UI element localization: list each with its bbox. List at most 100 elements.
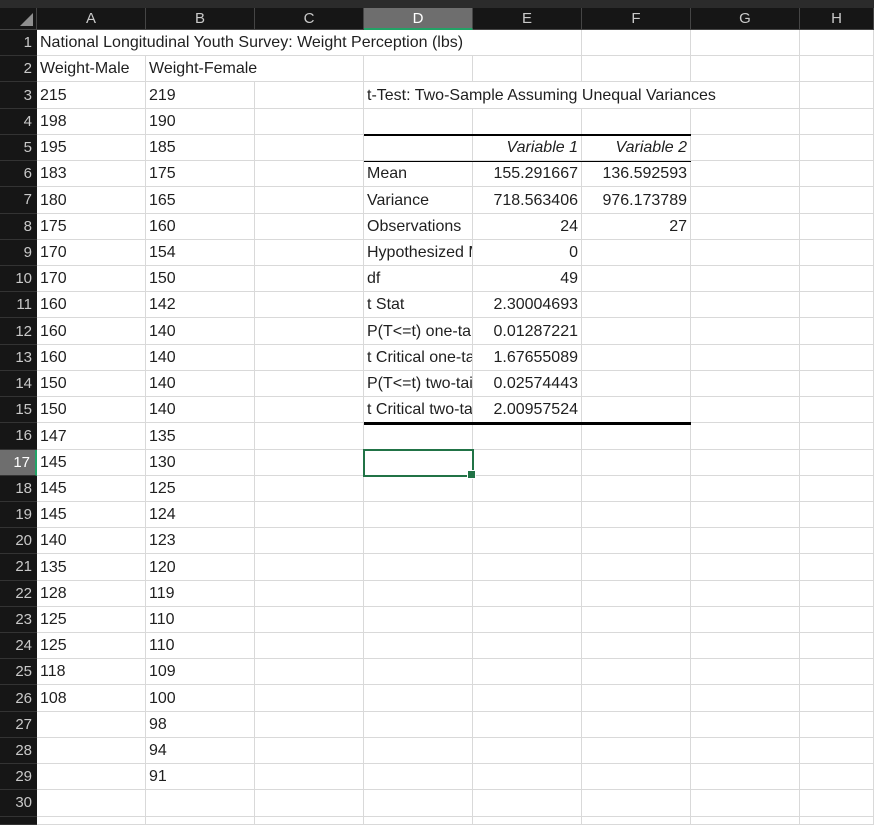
cell-A11[interactable]: 160: [37, 292, 146, 319]
cell-D9[interactable]: Hypothesized Mean Difference: [364, 239, 473, 266]
cell-D22[interactable]: [364, 580, 473, 607]
cell-A15[interactable]: 150: [37, 397, 146, 424]
cell-E29[interactable]: [473, 764, 582, 791]
cell-B9[interactable]: 154: [146, 239, 255, 266]
cell-D7[interactable]: Variance: [364, 187, 473, 214]
cell-F26[interactable]: [582, 685, 691, 712]
cell-E6[interactable]: 155.291667: [473, 161, 582, 188]
cell-D26[interactable]: [364, 685, 473, 712]
cell-H1[interactable]: [800, 30, 874, 57]
cell-C24[interactable]: [255, 633, 364, 660]
cell-A7[interactable]: 180: [37, 187, 146, 214]
cell-D31[interactable]: [364, 816, 473, 825]
cell-A1[interactable]: National Longitudinal Youth Survey: Weig…: [37, 30, 582, 57]
column-header-E[interactable]: E: [473, 8, 582, 30]
cell-F11[interactable]: [582, 292, 691, 319]
cell-C21[interactable]: [255, 554, 364, 581]
cell-D16[interactable]: [364, 423, 473, 450]
cell-F21[interactable]: [582, 554, 691, 581]
cell-C25[interactable]: [255, 659, 364, 686]
cell-G31[interactable]: [691, 816, 800, 825]
cell-G7[interactable]: [691, 187, 800, 214]
cell-E14[interactable]: 0.02574443: [473, 370, 582, 398]
cell-C12[interactable]: [255, 318, 364, 345]
row-header-22[interactable]: 22: [0, 580, 37, 607]
cell-G12[interactable]: [691, 318, 800, 345]
cell-F12[interactable]: [582, 318, 691, 345]
row-header-10[interactable]: 10: [0, 265, 37, 293]
cell-B11[interactable]: 142: [146, 292, 255, 319]
cell-E9[interactable]: 0: [473, 239, 582, 266]
cell-B7[interactable]: 165: [146, 187, 255, 214]
cell-G26[interactable]: [691, 685, 800, 712]
cell-D30[interactable]: [364, 790, 473, 817]
row-header-3[interactable]: 3: [0, 82, 37, 109]
row-header-7[interactable]: 7: [0, 187, 37, 214]
cell-E12[interactable]: 0.01287221: [473, 318, 582, 345]
cell-B23[interactable]: 110: [146, 606, 255, 634]
cell-D29[interactable]: [364, 764, 473, 791]
cell-H19[interactable]: [800, 501, 874, 529]
cell-F16[interactable]: [582, 423, 691, 450]
cell-A9[interactable]: 170: [37, 239, 146, 266]
row-header-15[interactable]: 15: [0, 397, 37, 424]
cell-D10[interactable]: df: [364, 265, 473, 293]
row-header-12[interactable]: 12: [0, 318, 37, 345]
cell-C15[interactable]: [255, 397, 364, 424]
cell-H31[interactable]: [800, 816, 874, 825]
cell-F1[interactable]: [582, 30, 691, 57]
column-header-H[interactable]: H: [800, 8, 874, 30]
cell-G11[interactable]: [691, 292, 800, 319]
cell-H9[interactable]: [800, 239, 874, 266]
cell-A12[interactable]: 160: [37, 318, 146, 345]
cell-H12[interactable]: [800, 318, 874, 345]
cell-H20[interactable]: [800, 528, 874, 555]
cell-D8[interactable]: Observations: [364, 213, 473, 240]
cell-E2[interactable]: [473, 56, 582, 83]
cell-D25[interactable]: [364, 659, 473, 686]
row-header-6[interactable]: 6: [0, 161, 37, 188]
cell-H29[interactable]: [800, 764, 874, 791]
cell-F10[interactable]: [582, 265, 691, 293]
row-header-30[interactable]: 30: [0, 790, 37, 817]
cell-C19[interactable]: [255, 501, 364, 529]
cell-E13[interactable]: 1.67655089: [473, 344, 582, 371]
cell-A16[interactable]: 147: [37, 423, 146, 450]
cell-E21[interactable]: [473, 554, 582, 581]
cell-C18[interactable]: [255, 475, 364, 502]
cell-G8[interactable]: [691, 213, 800, 240]
cell-D4[interactable]: [364, 108, 473, 135]
cell-C16[interactable]: [255, 423, 364, 450]
cell-B30[interactable]: [146, 790, 255, 817]
cell-H23[interactable]: [800, 606, 874, 634]
cell-A28[interactable]: [37, 737, 146, 765]
cell-D3[interactable]: t-Test: Two-Sample Assuming Unequal Vari…: [364, 82, 800, 109]
cell-B6[interactable]: 175: [146, 161, 255, 188]
cell-E27[interactable]: [473, 711, 582, 738]
cell-H30[interactable]: [800, 790, 874, 817]
cell-E5[interactable]: Variable 1: [473, 134, 582, 162]
cell-C13[interactable]: [255, 344, 364, 371]
cell-H27[interactable]: [800, 711, 874, 738]
cell-B8[interactable]: 160: [146, 213, 255, 240]
cell-A10[interactable]: 170: [37, 265, 146, 293]
cell-F23[interactable]: [582, 606, 691, 634]
cell-E10[interactable]: 49: [473, 265, 582, 293]
cell-D13[interactable]: t Critical one-tail: [364, 344, 473, 371]
cell-H26[interactable]: [800, 685, 874, 712]
cell-D20[interactable]: [364, 528, 473, 555]
cell-B28[interactable]: 94: [146, 737, 255, 765]
cell-G16[interactable]: [691, 423, 800, 450]
cell-F6[interactable]: 136.592593: [582, 161, 691, 188]
column-header-B[interactable]: B: [146, 8, 255, 30]
cell-A5[interactable]: 195: [37, 134, 146, 162]
row-header-31[interactable]: [0, 816, 37, 825]
cell-A26[interactable]: 108: [37, 685, 146, 712]
cell-A31[interactable]: [37, 816, 146, 825]
cell-E28[interactable]: [473, 737, 582, 765]
cell-B5[interactable]: 185: [146, 134, 255, 162]
cell-B19[interactable]: 124: [146, 501, 255, 529]
cell-H11[interactable]: [800, 292, 874, 319]
cell-H14[interactable]: [800, 370, 874, 398]
cell-G22[interactable]: [691, 580, 800, 607]
